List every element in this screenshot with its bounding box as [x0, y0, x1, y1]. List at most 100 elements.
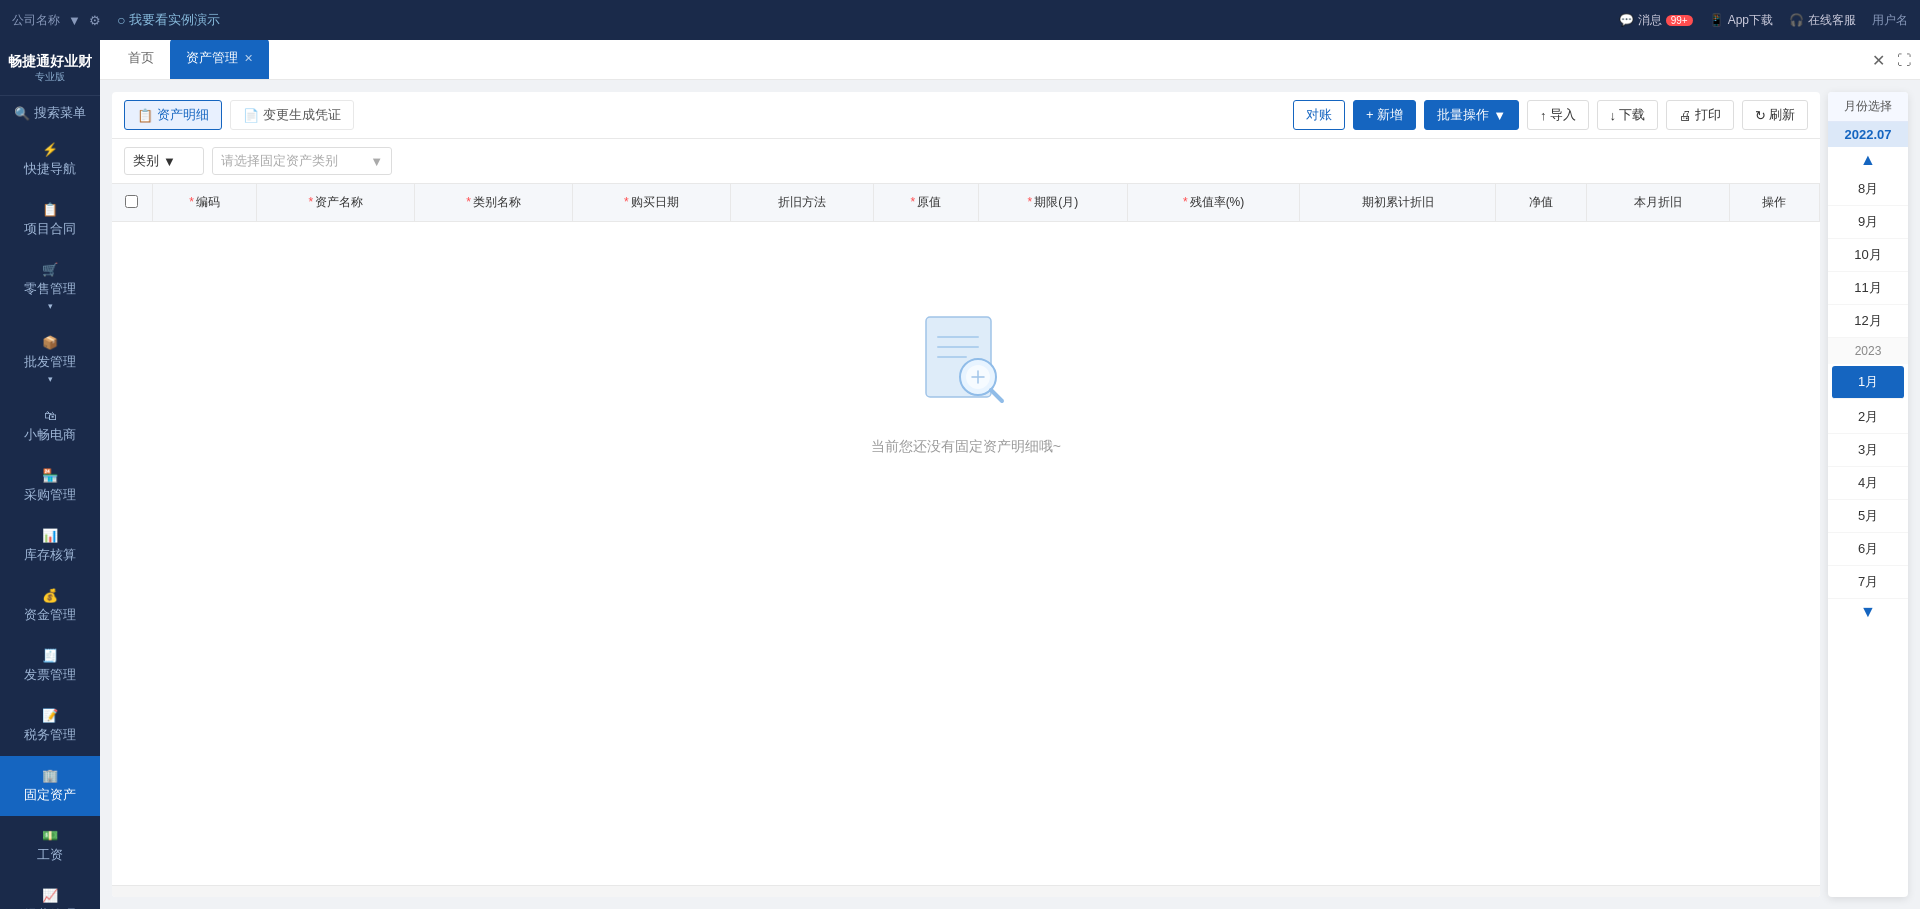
content-area: 首页 资产管理 ✕ 📋 资产明细 📄 变更生成凭证	[100, 40, 1920, 909]
reconcile-btn[interactable]: 对账	[1293, 100, 1345, 130]
month-6[interactable]: 6月	[1828, 533, 1908, 566]
invoice-icon: 🧾	[42, 648, 58, 663]
quicknav-label: 快捷导航	[24, 160, 76, 178]
asset-detail-tab-icon: 📋	[137, 108, 153, 123]
refresh-icon: ↻	[1755, 108, 1766, 123]
empty-illustration	[906, 302, 1026, 422]
operations-icon: 📈	[42, 888, 58, 903]
category-input-arrow: ▼	[370, 154, 383, 169]
filter-row: 类别 ▼ 请选择固定资产类别 ▼	[112, 139, 1820, 184]
message-badge: 99+	[1666, 15, 1693, 26]
month-3[interactable]: 3月	[1828, 434, 1908, 467]
th-original-value: *原值	[873, 184, 978, 222]
sidebar-item-ecommerce[interactable]: 🛍 小畅电商	[0, 396, 100, 456]
month-nav-up[interactable]: ▲	[1828, 147, 1908, 173]
tab-asset-mgmt[interactable]: 资产管理 ✕	[170, 40, 269, 79]
month-11[interactable]: 11月	[1828, 272, 1908, 305]
quicknav-icon: ⚡	[42, 142, 58, 157]
sidebar-item-finance[interactable]: 💰 资金管理	[0, 576, 100, 636]
fixed-assets-icon: 🏢	[42, 768, 58, 783]
category-input[interactable]: 请选择固定资产类别 ▼	[212, 147, 392, 175]
print-icon: 🖨	[1679, 108, 1692, 123]
retail-arrow: ▾	[48, 301, 53, 311]
retail-label: 零售管理	[24, 280, 76, 298]
month-12[interactable]: 12月	[1828, 305, 1908, 338]
ecommerce-icon: 🛍	[44, 408, 57, 423]
top-bar-right: 💬 消息 99+ 📱 App下载 🎧 在线客服 用户名	[1619, 12, 1908, 29]
bottom-scrollbar[interactable]	[112, 885, 1820, 897]
month-8[interactable]: 8月	[1828, 173, 1908, 206]
month-panel-title: 月份选择	[1844, 98, 1892, 115]
import-btn[interactable]: ↑ 导入	[1527, 100, 1589, 130]
wholesale-arrow: ▾	[48, 374, 53, 384]
month-9[interactable]: 9月	[1828, 206, 1908, 239]
project-icon: 📋	[42, 202, 58, 217]
user-avatar[interactable]: 用户名	[1872, 12, 1908, 29]
category-placeholder: 请选择固定资产类别	[221, 152, 338, 170]
sidebar-item-quicknav[interactable]: ⚡ 快捷导航	[0, 130, 100, 190]
headset-icon: 🎧	[1789, 13, 1804, 27]
demo-link[interactable]: ○ 我要看实例演示	[117, 11, 220, 29]
table-container: *编码 *资产名称 *类别名称 *购买日期 折旧方法 *原值 *期限(月) *残…	[112, 184, 1820, 885]
month-5[interactable]: 5月	[1828, 500, 1908, 533]
sidebar-item-invoice[interactable]: 🧾 发票管理	[0, 636, 100, 696]
fixed-assets-label: 固定资产	[24, 786, 76, 804]
batch-btn[interactable]: 批量操作 ▼	[1424, 100, 1519, 130]
month-1[interactable]: 1月	[1832, 366, 1904, 399]
sidebar-item-operations[interactable]: 📈 经营管理	[0, 876, 100, 909]
message-btn[interactable]: 💬 消息 99+	[1619, 12, 1693, 29]
year-2023-label: 2023	[1828, 338, 1908, 364]
th-period-months: *期限(月)	[978, 184, 1127, 222]
month-4[interactable]: 4月	[1828, 467, 1908, 500]
sidebar-item-fixed-assets[interactable]: 🏢 固定资产	[0, 756, 100, 816]
add-btn[interactable]: + 新增	[1353, 100, 1416, 130]
month-nav-down[interactable]: ▼	[1828, 599, 1908, 625]
wholesale-label: 批发管理	[24, 353, 76, 371]
wholesale-icon: 📦	[42, 335, 58, 350]
th-monthly-depreciation: 本月折旧	[1586, 184, 1729, 222]
online-service-btn[interactable]: 🎧 在线客服	[1789, 12, 1856, 29]
svg-line-7	[991, 390, 1002, 401]
panel-close-btn[interactable]: ✕	[1866, 48, 1890, 72]
tab-home[interactable]: 首页	[112, 40, 170, 79]
download-btn[interactable]: ↓ 下载	[1597, 100, 1659, 130]
print-btn[interactable]: 🖨 打印	[1666, 100, 1734, 130]
sub-tab-change-voucher[interactable]: 📄 变更生成凭证	[230, 100, 354, 130]
month-panel: 月份选择 2022.07 ▲ 8月 9月 10月 11月 12月 2023 1月…	[1828, 92, 1908, 897]
sidebar-item-project[interactable]: 📋 项目合同	[0, 190, 100, 250]
th-accumulated-depreciation: 期初累计折旧	[1300, 184, 1496, 222]
empty-text: 当前您还没有固定资产明细哦~	[871, 438, 1061, 456]
sidebar-item-wholesale[interactable]: 📦 批发管理 ▾	[0, 323, 100, 396]
search-menu-btn[interactable]: 🔍 搜索菜单	[0, 96, 100, 130]
finance-icon: 💰	[42, 588, 58, 603]
main-panel: 📋 资产明细 📄 变更生成凭证 对账 + 新增 批量操作 ▼	[112, 92, 1820, 897]
refresh-btn[interactable]: ↻ 刷新	[1742, 100, 1808, 130]
ecommerce-label: 小畅电商	[24, 426, 76, 444]
sidebar-item-payroll[interactable]: 💵 工资	[0, 816, 100, 876]
table-header-row: *编码 *资产名称 *类别名称 *购买日期 折旧方法 *原值 *期限(月) *残…	[112, 184, 1820, 222]
dropdown-icon[interactable]: ▼	[68, 13, 81, 28]
change-voucher-tab-icon: 📄	[243, 108, 259, 123]
month-2[interactable]: 2月	[1828, 401, 1908, 434]
category-filter[interactable]: 类别 ▼	[124, 147, 204, 175]
payroll-label: 工资	[37, 846, 63, 864]
sidebar-item-retail[interactable]: 🛒 零售管理 ▾	[0, 250, 100, 323]
month-10[interactable]: 10月	[1828, 239, 1908, 272]
import-icon: ↑	[1540, 108, 1547, 123]
th-net-value: 净值	[1496, 184, 1586, 222]
sidebar-item-inventory[interactable]: 📊 库存核算	[0, 516, 100, 576]
message-icon: 💬	[1619, 13, 1634, 27]
batch-btn-label: 批量操作	[1437, 106, 1489, 124]
sidebar-item-tax[interactable]: 📝 税务管理	[0, 696, 100, 756]
settings-icon[interactable]: ⚙	[89, 13, 101, 28]
app-logo: 畅捷通好业财 专业版	[0, 40, 100, 96]
panel-expand-btn[interactable]: ⛶	[1892, 48, 1916, 72]
tab-close-btn[interactable]: ✕	[244, 52, 253, 65]
select-all-checkbox[interactable]	[125, 195, 138, 208]
sidebar-item-purchase[interactable]: 🏪 采购管理	[0, 456, 100, 516]
mobile-icon: 📱	[1709, 13, 1724, 27]
page-content: 📋 资产明细 📄 变更生成凭证 对账 + 新增 批量操作 ▼	[100, 80, 1920, 909]
month-7[interactable]: 7月	[1828, 566, 1908, 599]
app-download-btn[interactable]: 📱 App下载	[1709, 12, 1773, 29]
sub-tab-asset-detail[interactable]: 📋 资产明细	[124, 100, 222, 130]
